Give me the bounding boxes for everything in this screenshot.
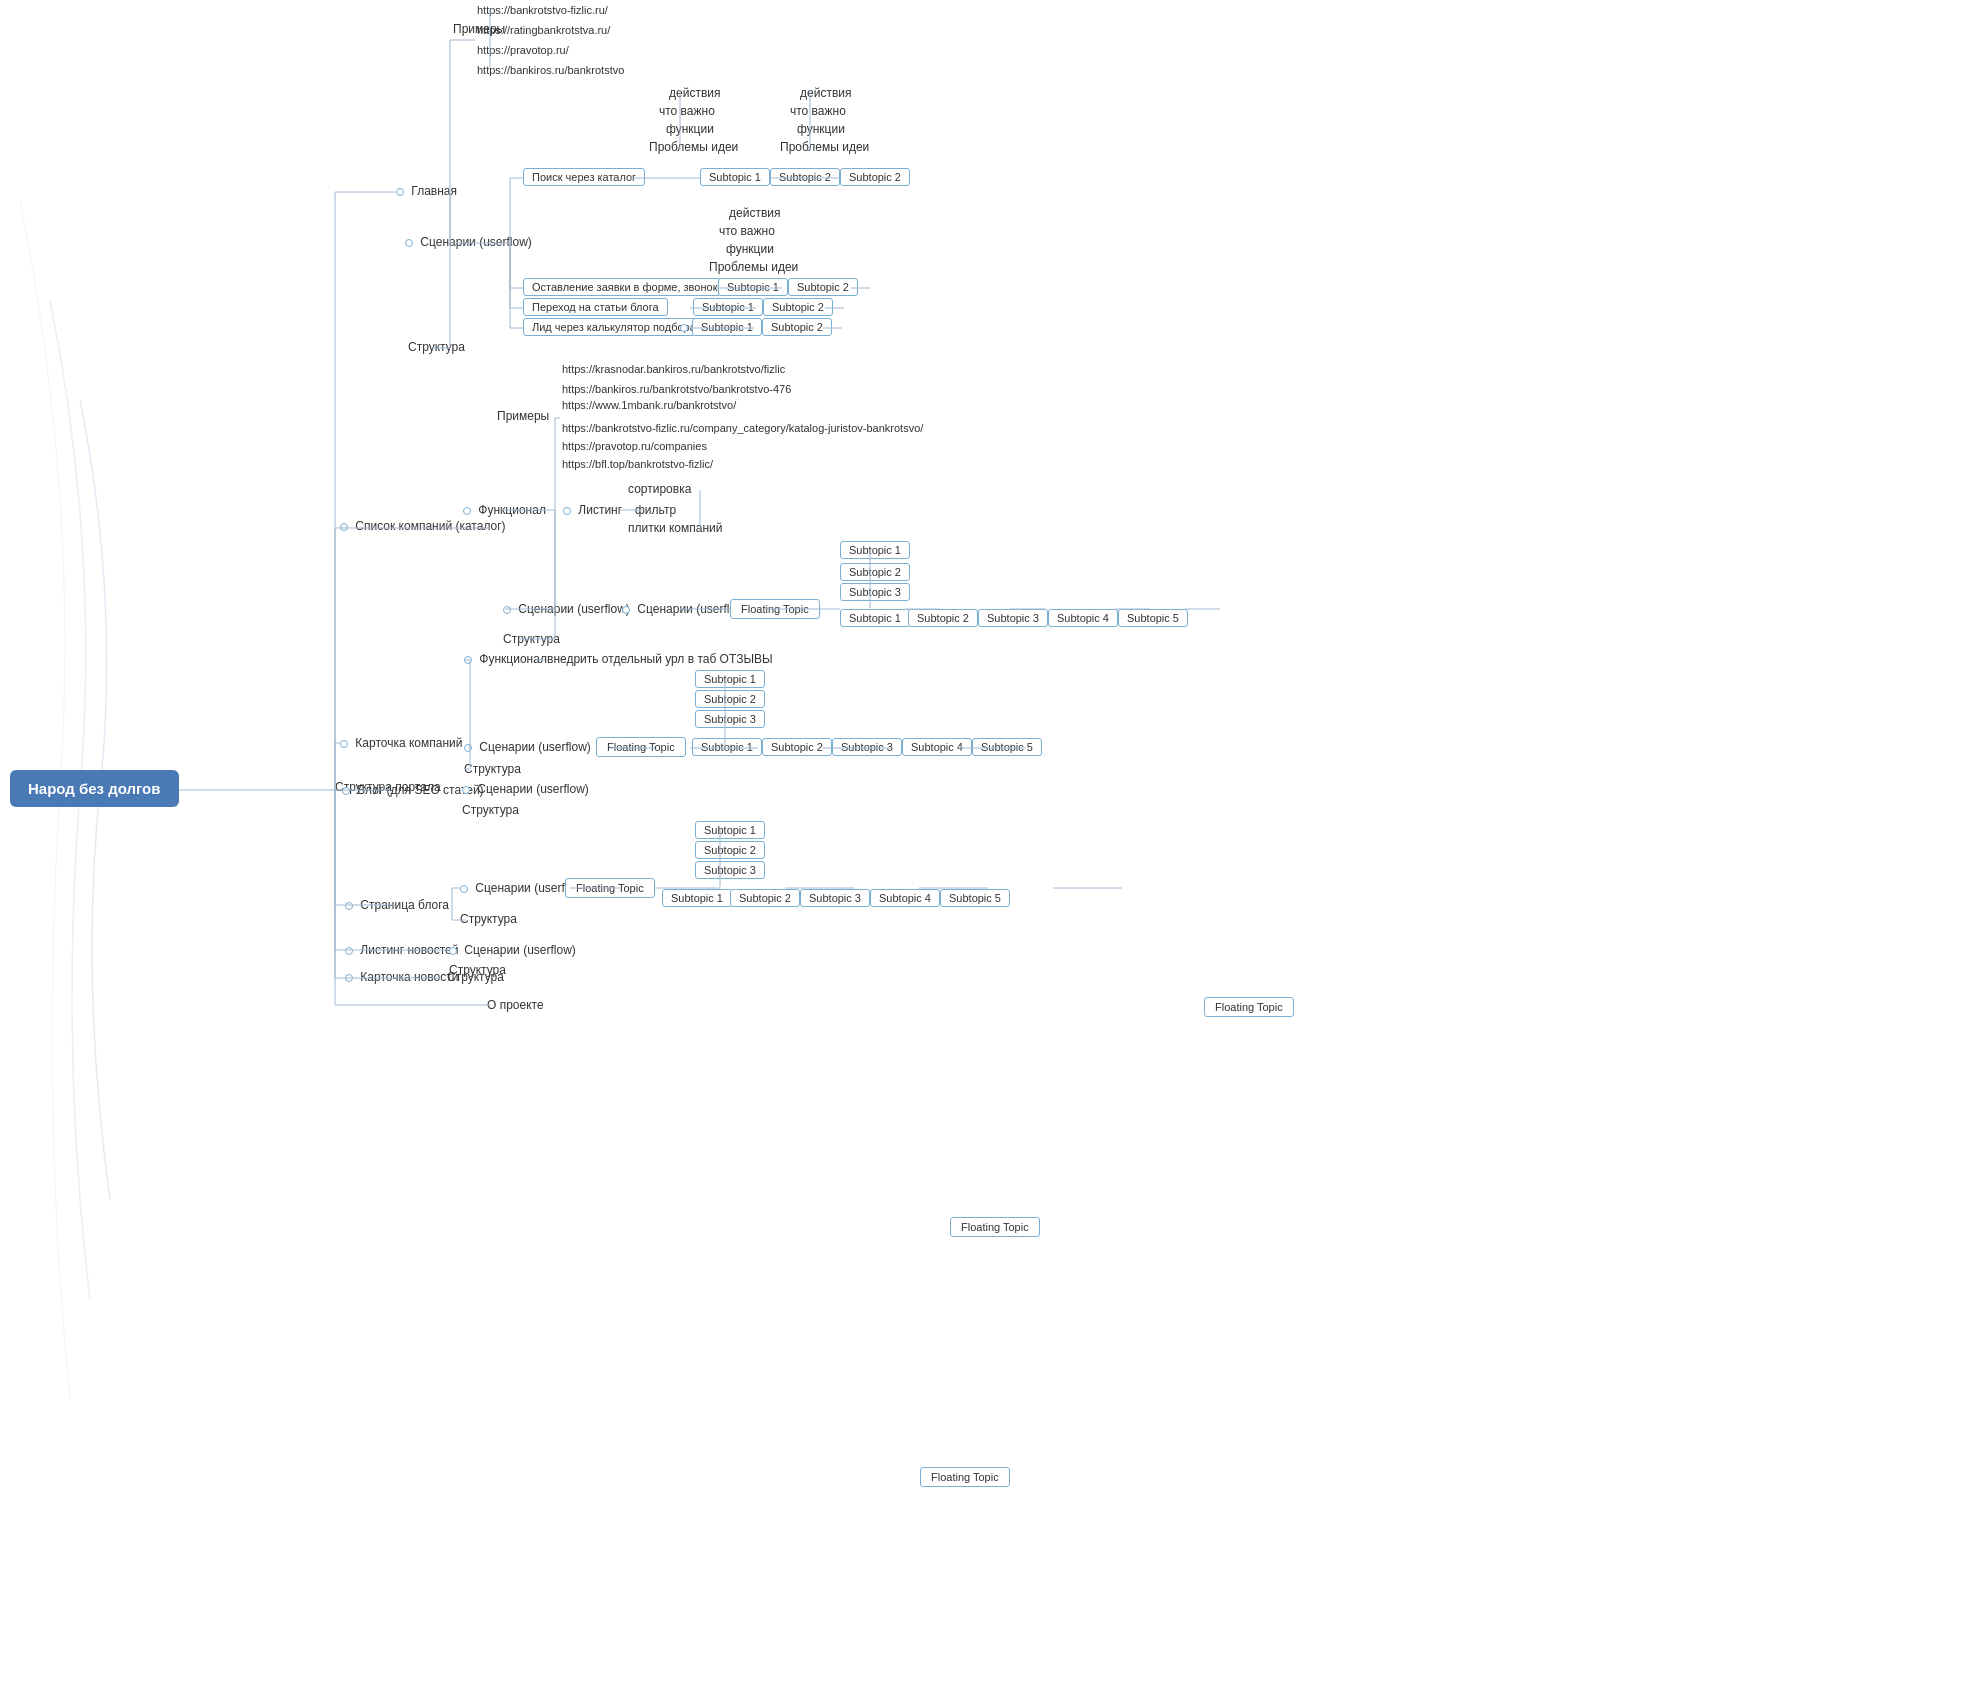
node-struktura1: Структура [408,340,465,354]
node-struktura-kn: Структура [447,970,504,984]
subtopic-sb-top-2[interactable]: Subtopic 2 [695,843,765,857]
subtopic-ost-1[interactable]: Subtopic 1 [718,280,788,294]
node-glavnaya: Главная [396,184,457,198]
subtopic-kk-5[interactable]: Subtopic 5 [972,740,1042,754]
subtopic-sb-2[interactable]: Subtopic 2 [730,891,800,905]
node-struktura2: Структура [503,632,560,646]
link-1-4: https://bankiros.ru/bankrotstvo [477,64,624,76]
subtopic-lid-1[interactable]: Subtopic 1 [692,320,762,334]
subtopic-kk-2[interactable]: Subtopic 2 [762,740,832,754]
subtopic-poisk-2b[interactable]: Subtopic 2 [840,170,910,184]
subtopic-ft1-5[interactable]: Subtopic 5 [1118,611,1188,625]
root-label: Народ без долгов [28,780,161,797]
node-funktsional1: Функционал [463,503,546,517]
node-ostavljenie[interactable]: Оставление заявки в форме, звонок [523,280,726,294]
floating-topic-5[interactable]: Floating Topic [950,1220,1040,1234]
subtopic-poisk-1[interactable]: Subtopic 1 [700,170,770,184]
subtopic-sb-5[interactable]: Subtopic 5 [940,891,1010,905]
funktsii-2: функции [797,122,845,136]
node-primery2: Примеры [497,409,549,423]
node-listing-novostey: Листинг новостей [345,943,458,957]
subtopic-ft1-2[interactable]: Subtopic 2 [908,611,978,625]
node-stsenarii2: Сценарии (userflow) [503,602,630,616]
subtopic-kk-top-1[interactable]: Subtopic 1 [695,672,765,686]
floating-topic-4[interactable]: Floating Topic [1204,1000,1294,1014]
dejstviya-2: действия [800,86,851,100]
node-perehod[interactable]: Переход на статьи блога [523,300,668,314]
link-1-1: https://bankrotstvo-fizlic.ru/ [477,4,608,16]
subtopic-kk-1[interactable]: Subtopic 1 [692,740,762,754]
node-stsenarii4: Сценарии (userflow) [462,782,589,796]
node-struktura3: Структура [464,762,521,776]
floating-topic-1[interactable]: Floating Topic [730,602,820,616]
subtopic-sb-3[interactable]: Subtopic 3 [800,891,870,905]
link-1-3: https://pravotop.ru/ [477,44,569,56]
problemy-2: Проблемы идеи [780,140,869,154]
node-listing: Листинг [563,503,622,517]
subtopic-sb-top-3[interactable]: Subtopic 3 [695,863,765,877]
node-filtr: фильтр [635,503,676,517]
node-lid[interactable]: Лид через калькулятор подбора [523,320,705,334]
node-spisok: Список компаний (каталог) [340,519,506,533]
subtopic-sk-top-2[interactable]: Subtopic 2 [840,565,910,579]
link-1-2: https://ratingbankrotstva.ru/ [477,24,610,36]
link-2-1: https://krasnodar.bankiros.ru/bankrotstv… [562,363,785,375]
dejstviya-1: действия [669,86,720,100]
node-o-proekte: О проекте [487,998,544,1012]
node-vnedrит: внедрить отдельный урл в таб ОТЗЫВЫ [547,652,773,666]
subtopic-sk-top-1[interactable]: Subtopic 1 [840,543,910,557]
decorative-lines [0,0,200,1691]
connection-lines [0,0,1963,1691]
subtopic-sb-1[interactable]: Subtopic 1 [662,891,732,905]
problemy-3: Проблемы идеи [709,260,798,274]
floating-topic-6[interactable]: Floating Topic [920,1470,1010,1484]
subtopic-per-2[interactable]: Subtopic 2 [763,300,833,314]
subtopic-sk-top-3[interactable]: Subtopic 3 [840,585,910,599]
node-stranitsa-bloga: Страница блога [345,898,449,912]
mind-map: Народ без долгов Структура портала Главн… [0,0,1963,1691]
link-2-4: https://bankrotstvo-fizlic.ru/company_ca… [562,422,923,434]
floating-topic-2[interactable]: Floating Topic [596,740,686,754]
node-stsenarii6: Сценарии (userflow) [449,943,576,957]
subtopic-ft1-4[interactable]: Subtopic 4 [1048,611,1118,625]
funktsii-1: функции [666,122,714,136]
subtopic-lid-2[interactable]: Subtopic 2 [762,320,832,334]
subtopic-kk-4[interactable]: Subtopic 4 [902,740,972,754]
root-node[interactable]: Народ без долгов [10,770,179,807]
node-stsenarii3: Сценарии (userflow) [464,740,591,754]
subtopic-sb-4[interactable]: Subtopic 4 [870,891,940,905]
funktsii-3: функции [726,242,774,256]
dejstviya-3: действия [729,206,780,220]
problemy-1: Проблемы идеи [649,140,738,154]
subtopic-ost-2[interactable]: Subtopic 2 [788,280,858,294]
link-2-6: https://bfl.top/bankrotstvo-fizlic/ [562,458,713,470]
link-2-5: https://pravotop.ru/companies [562,440,707,452]
node-sortirovka: сортировка [628,482,691,496]
node-struktura4: Структура [462,803,519,817]
node-kartochka-komp: Карточка компаний [340,736,462,750]
chto-vazhno-3: что важно [719,224,775,238]
node-plitki: плитки компаний [628,521,723,535]
chto-vazhno-1: что важно [659,104,715,118]
node-funktsional2: Функционал [464,652,547,666]
link-2-3: https://www.1mbank.ru/bankrotstvo/ [562,399,736,411]
node-poisk[interactable]: Поиск через каталог [523,170,645,184]
subtopic-poisk-2[interactable]: Subtopic 2 [770,170,840,184]
node-kartochka-novosti: Карточка новости [345,970,458,984]
subtopic-sb-top-1[interactable]: Subtopic 1 [695,823,765,837]
floating-topic-3[interactable]: Floating Topic [565,881,655,895]
link-2-2: https://bankiros.ru/bankrotstvo/bankrots… [562,383,791,395]
chto-vazhno-2: что важно [790,104,846,118]
subtopic-ft1-3[interactable]: Subtopic 3 [978,611,1048,625]
subtopic-ft1-1[interactable]: Subtopic 1 [840,611,910,625]
node-struktura5: Структура [460,912,517,926]
node-stsenarii1: Сценарии (userflow) [405,235,532,249]
subtopic-kk-3[interactable]: Subtopic 3 [832,740,902,754]
subtopic-per-1[interactable]: Subtopic 1 [693,300,763,314]
subtopic-kk-top-2[interactable]: Subtopic 2 [695,692,765,706]
subtopic-kk-top-3[interactable]: Subtopic 3 [695,712,765,726]
